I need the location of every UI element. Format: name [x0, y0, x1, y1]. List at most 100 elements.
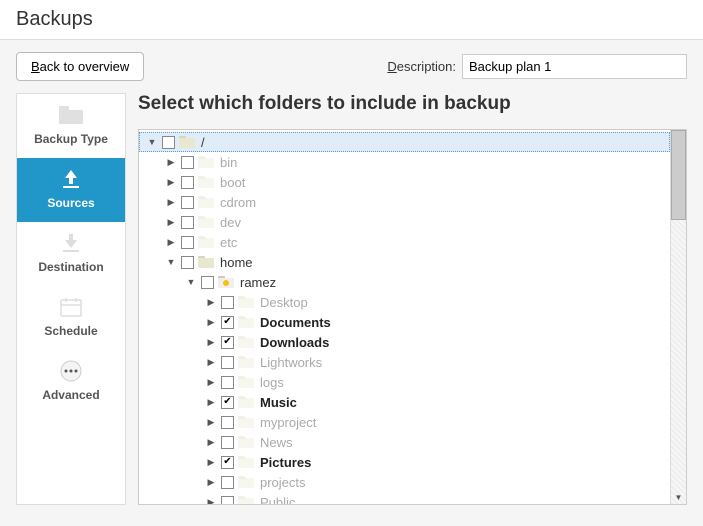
- description-label: Description:: [387, 59, 456, 74]
- download-icon: [58, 232, 84, 254]
- tree-row[interactable]: ▶News: [139, 432, 670, 452]
- folder-label: ramez: [240, 275, 276, 290]
- include-checkbox[interactable]: [221, 356, 234, 369]
- include-checkbox[interactable]: [181, 196, 194, 209]
- tree-row[interactable]: ▶ logs: [139, 372, 670, 392]
- tree-row[interactable]: ▶ Lightworks: [139, 352, 670, 372]
- folder-icon: [198, 256, 214, 268]
- nav-backup-type[interactable]: Backup Type: [17, 94, 125, 158]
- chevron-right-icon[interactable]: ▶: [165, 237, 177, 248]
- folder-icon: [238, 296, 254, 308]
- include-checkbox[interactable]: ✔: [221, 316, 234, 329]
- chevron-down-icon[interactable]: ▼: [146, 137, 158, 147]
- folder-icon: [198, 196, 214, 208]
- folder-icon: [198, 156, 214, 168]
- folder-icon: [218, 276, 234, 288]
- tree-row[interactable]: ▶dev: [139, 212, 670, 232]
- tree-row[interactable]: ▶cdrom: [139, 192, 670, 212]
- include-checkbox[interactable]: [181, 216, 194, 229]
- include-checkbox[interactable]: [221, 376, 234, 389]
- include-checkbox[interactable]: [181, 256, 194, 269]
- chevron-right-icon[interactable]: ▶: [205, 357, 217, 368]
- folder-label: Downloads: [260, 335, 329, 350]
- folder-label: logs: [260, 375, 284, 390]
- tree-row[interactable]: ▼/: [139, 132, 670, 152]
- main-area: Backup Type Sources Destination Schedule…: [0, 93, 703, 521]
- chevron-down-icon[interactable]: ▼: [185, 277, 197, 287]
- chevron-right-icon[interactable]: ▶: [165, 217, 177, 228]
- tree-row[interactable]: ▶Desktop: [139, 292, 670, 312]
- nav-label: Advanced: [42, 388, 99, 402]
- toolbar: Back to overview Description:: [0, 40, 703, 93]
- include-checkbox[interactable]: [221, 296, 234, 309]
- description-input[interactable]: [462, 54, 687, 79]
- include-checkbox[interactable]: [181, 236, 194, 249]
- chevron-down-icon[interactable]: ▼: [165, 257, 177, 267]
- nav-label: Sources: [47, 196, 94, 210]
- chevron-right-icon[interactable]: ▶: [205, 377, 217, 388]
- nav-label: Backup Type: [34, 132, 108, 146]
- chevron-right-icon[interactable]: ▶: [205, 457, 217, 468]
- nav-destination[interactable]: Destination: [17, 222, 125, 286]
- chevron-right-icon[interactable]: ▶: [205, 417, 217, 428]
- folder-label: myproject: [260, 415, 316, 430]
- tree-row[interactable]: ▶✔Music: [139, 392, 670, 412]
- tree-row[interactable]: ▶ boot: [139, 172, 670, 192]
- include-checkbox[interactable]: [221, 476, 234, 489]
- folder-icon: [198, 176, 214, 188]
- include-checkbox[interactable]: ✔: [221, 456, 234, 469]
- folder-label: boot: [220, 175, 245, 190]
- include-checkbox[interactable]: [221, 416, 234, 429]
- nav-advanced[interactable]: Advanced: [17, 350, 125, 414]
- chevron-right-icon[interactable]: ▶: [205, 317, 217, 328]
- scrollbar[interactable]: ▲ ▼: [670, 130, 686, 504]
- nav-schedule[interactable]: Schedule: [17, 286, 125, 350]
- folder-tree[interactable]: ▼/▶bin▶boot▶cdrom▶dev▶etc▼home▼ramez▶Des…: [139, 130, 670, 504]
- folder-label: etc: [220, 235, 237, 250]
- back-to-overview-button[interactable]: Back to overview: [16, 52, 144, 81]
- folder-icon: [238, 476, 254, 488]
- tree-row[interactable]: ▼ ramez: [139, 272, 670, 292]
- tree-row[interactable]: ▶✔Pictures: [139, 452, 670, 472]
- include-checkbox[interactable]: [221, 436, 234, 449]
- include-checkbox[interactable]: [181, 176, 194, 189]
- chevron-right-icon[interactable]: ▶: [165, 157, 177, 168]
- scroll-down-icon[interactable]: ▼: [671, 490, 686, 504]
- chevron-right-icon[interactable]: ▶: [205, 497, 217, 505]
- include-checkbox[interactable]: ✔: [221, 396, 234, 409]
- tree-row[interactable]: ▶✔Documents: [139, 312, 670, 332]
- chevron-right-icon[interactable]: ▶: [205, 437, 217, 448]
- chevron-right-icon[interactable]: ▶: [165, 197, 177, 208]
- include-checkbox[interactable]: [221, 496, 234, 505]
- tree-row[interactable]: ▶ etc: [139, 232, 670, 252]
- folder-icon: [238, 436, 254, 448]
- folder-icon: [238, 456, 254, 468]
- chevron-right-icon[interactable]: ▶: [205, 297, 217, 308]
- scroll-thumb[interactable]: [671, 130, 686, 220]
- tree-row[interactable]: ▶ Public: [139, 492, 670, 504]
- chevron-right-icon[interactable]: ▶: [205, 337, 217, 348]
- tree-row[interactable]: ▶ ✔ Downloads: [139, 332, 670, 352]
- tree-row[interactable]: ▶projects: [139, 472, 670, 492]
- include-checkbox[interactable]: [181, 156, 194, 169]
- tree-row[interactable]: ▶ myproject: [139, 412, 670, 432]
- folder-label: Lightworks: [260, 355, 322, 370]
- folder-icon: [238, 376, 254, 388]
- tree-row[interactable]: ▼home: [139, 252, 670, 272]
- include-checkbox[interactable]: [201, 276, 214, 289]
- include-checkbox[interactable]: [162, 136, 175, 149]
- nav-label: Destination: [38, 260, 103, 274]
- folder-label: /: [201, 135, 205, 150]
- sidebar: Backup Type Sources Destination Schedule…: [16, 93, 126, 505]
- include-checkbox[interactable]: ✔: [221, 336, 234, 349]
- tree-row[interactable]: ▶bin: [139, 152, 670, 172]
- description-field-group: Description:: [387, 54, 687, 79]
- folder-label: Public: [260, 495, 295, 505]
- nav-sources[interactable]: Sources: [17, 158, 125, 222]
- folder-icon: [238, 496, 254, 504]
- chevron-right-icon[interactable]: ▶: [165, 177, 177, 188]
- folder-icon: [198, 236, 214, 248]
- chevron-right-icon[interactable]: ▶: [205, 477, 217, 488]
- page-title: Backups: [16, 8, 687, 31]
- chevron-right-icon[interactable]: ▶: [205, 397, 217, 408]
